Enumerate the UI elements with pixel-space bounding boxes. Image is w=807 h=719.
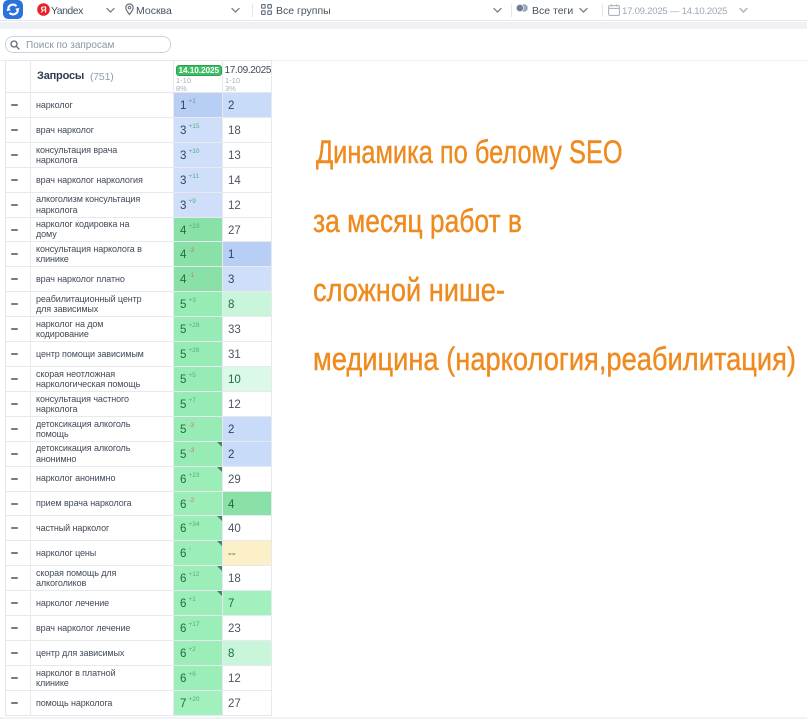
svg-text:Я: Я xyxy=(41,5,47,15)
